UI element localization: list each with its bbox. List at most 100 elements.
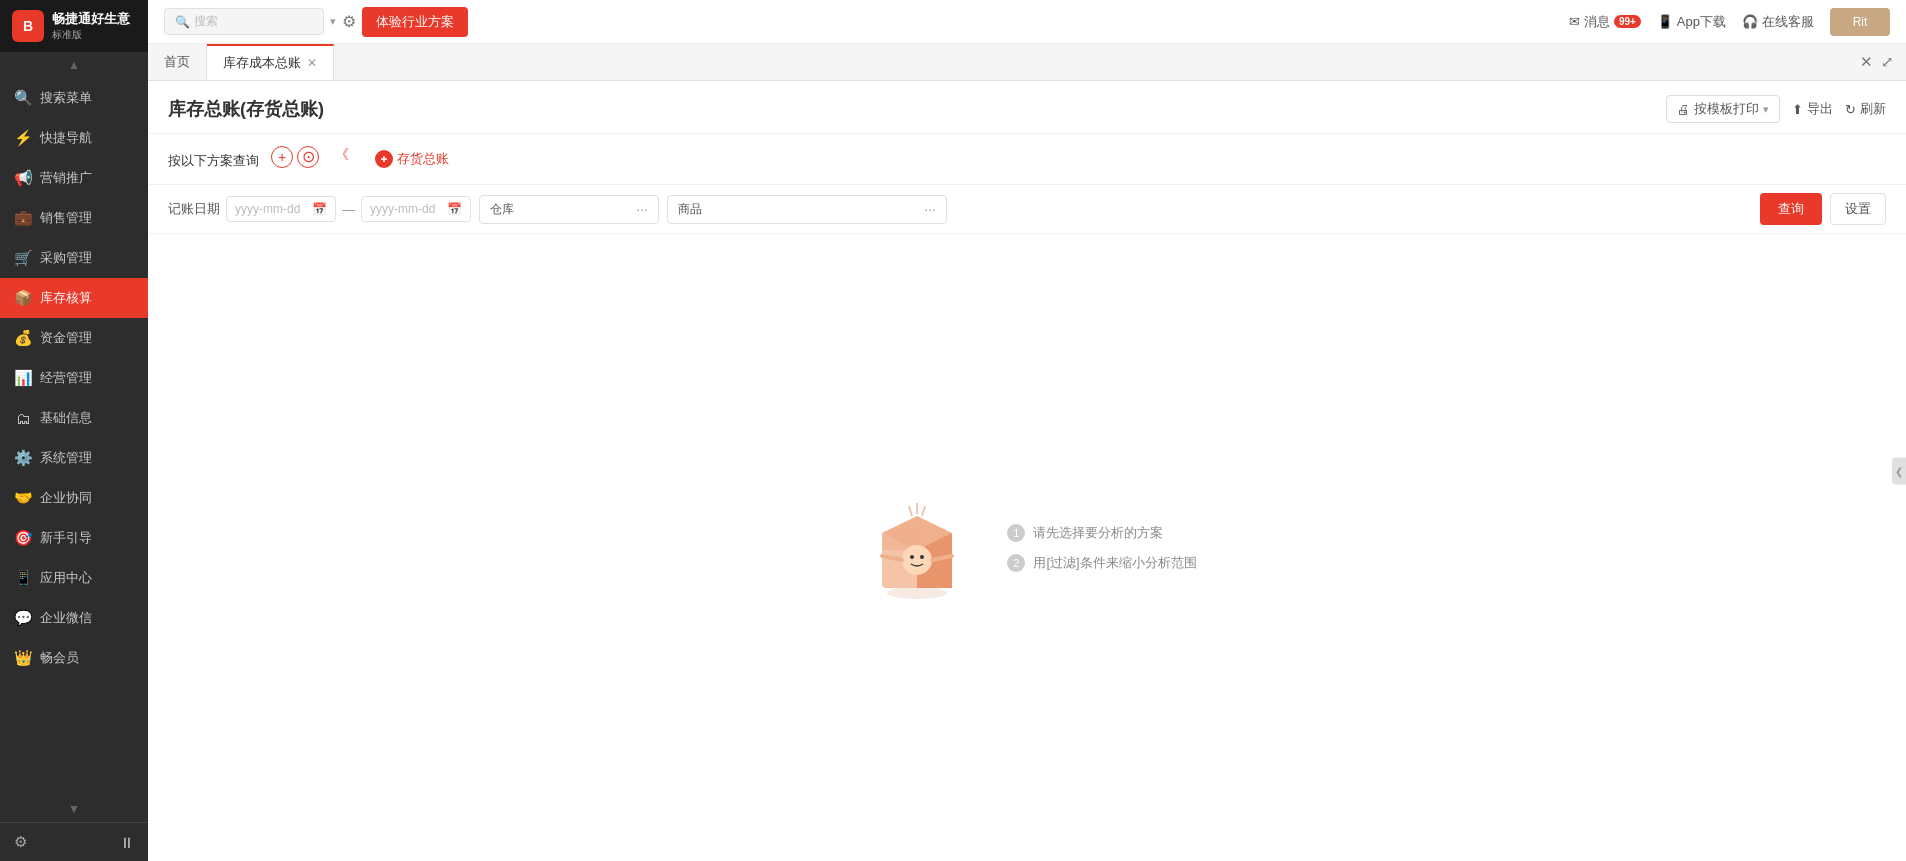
sidebar-item-label: 基础信息	[40, 409, 92, 427]
sidebar-item-member[interactable]: 👑 畅会员	[0, 638, 148, 678]
sidebar-item-label: 搜索菜单	[40, 89, 92, 107]
scheme-item-inventory[interactable]: 存货总账	[365, 146, 459, 172]
filter-actions-right: 查询 设置	[1760, 193, 1886, 225]
wechat-icon: 💬	[14, 609, 32, 627]
sidebar-scroll-down[interactable]: ▼	[0, 800, 148, 818]
warehouse-label: 仓库	[490, 201, 514, 218]
finance-icon: 💰	[14, 329, 32, 347]
goods-label: 商品	[678, 201, 702, 218]
sidebar-item-apps[interactable]: 📱 应用中心	[0, 558, 148, 598]
svg-point-7	[910, 555, 914, 559]
tab-bar-right: ✕ ⤢	[1848, 53, 1906, 71]
sidebar-item-purchase[interactable]: 🛒 采购管理	[0, 238, 148, 278]
user-avatar[interactable]: Rit	[1830, 8, 1890, 36]
svg-point-1	[887, 587, 947, 599]
header-search-box[interactable]: 🔍 搜索	[164, 8, 324, 35]
sidebar-item-sales[interactable]: 💼 销售管理	[0, 198, 148, 238]
tab-inventory-cost[interactable]: 库存成本总账 ✕	[207, 44, 334, 80]
add-filter-button[interactable]: +	[271, 146, 293, 168]
header-gear-icon[interactable]: ⚙	[342, 12, 356, 31]
sidebar-item-system[interactable]: ⚙️ 系统管理	[0, 438, 148, 478]
warehouse-filter-field: 仓库 ···	[479, 195, 659, 224]
refresh-button[interactable]: ↻ 刷新	[1845, 100, 1886, 118]
avatar-text: Rit	[1853, 15, 1868, 29]
sidebar-nav: 🔍 搜索菜单 ⚡ 快捷导航 📢 营销推广 💼 销售管理 🛒 采购管理 📦 库存核…	[0, 78, 148, 796]
online-service-action[interactable]: 🎧 在线客服	[1742, 13, 1814, 31]
app-logo: B 畅捷通好生意 标准版	[0, 0, 148, 52]
sidebar-item-basic[interactable]: 🗂 基础信息	[0, 398, 148, 438]
scheme-icon	[375, 150, 393, 168]
goods-select[interactable]: 商品 ···	[667, 195, 947, 224]
system-icon: ⚙️	[14, 449, 32, 467]
sidebar-item-newuser[interactable]: 🎯 新手引导	[0, 518, 148, 558]
panel-toggle-icon: ❮	[1895, 466, 1903, 477]
sidebar-item-finance[interactable]: 💰 资金管理	[0, 318, 148, 358]
remove-filter-button[interactable]: ⊙	[297, 146, 319, 168]
tab-bar: 首页 库存成本总账 ✕ ✕ ⤢	[148, 44, 1906, 81]
industry-solution-button[interactable]: 体验行业方案	[362, 7, 468, 37]
right-panel-toggle[interactable]: ❮	[1892, 458, 1906, 485]
sidebar-item-label: 系统管理	[40, 449, 92, 467]
warehouse-select[interactable]: 仓库 ···	[479, 195, 659, 224]
tab-expand-icon[interactable]: ⤢	[1881, 53, 1894, 71]
message-icon: ✉	[1569, 14, 1580, 29]
newuser-icon: 🎯	[14, 529, 32, 547]
tab-home[interactable]: 首页	[148, 45, 207, 79]
inventory-icon: 📦	[14, 289, 32, 307]
search-icon: 🔍	[175, 15, 190, 29]
date-start-placeholder: yyyy-mm-dd	[235, 202, 300, 216]
goods-filter-field: 商品 ···	[667, 195, 947, 224]
member-icon: 👑	[14, 649, 32, 667]
app-title: 畅捷通好生意	[52, 11, 130, 28]
printer-icon: 🖨	[1677, 102, 1690, 117]
svg-point-6	[902, 545, 932, 575]
sidebar-item-label: 新手引导	[40, 529, 92, 547]
inventory-tab-label: 库存成本总账	[223, 54, 301, 72]
empty-state: 1 请先选择要分析的方案 2 用[过滤]条件来缩小分析范围	[148, 234, 1906, 861]
sidebar-item-quick[interactable]: ⚡ 快捷导航	[0, 118, 148, 158]
date-start-input[interactable]: yyyy-mm-dd 📅	[226, 196, 336, 222]
scheme-label: 存货总账	[397, 150, 449, 168]
empty-tip-2: 2 用[过滤]条件来缩小分析范围	[1007, 554, 1196, 572]
dropdown-chevron[interactable]: ▾	[330, 15, 336, 28]
query-button[interactable]: 查询	[1760, 193, 1822, 225]
sidebar-item-marketing[interactable]: 📢 营销推广	[0, 158, 148, 198]
sidebar-item-inventory[interactable]: 📦 库存核算	[0, 278, 148, 318]
sidebar-item-enterprise[interactable]: 🤝 企业协同	[0, 478, 148, 518]
tab-close-all-icon[interactable]: ✕	[1860, 53, 1873, 71]
sidebar-item-operation[interactable]: 📊 经营管理	[0, 358, 148, 398]
message-label: 消息	[1584, 13, 1610, 31]
calendar-icon-end: 📅	[447, 202, 462, 216]
tab-close-icon[interactable]: ✕	[307, 57, 317, 69]
sidebar-scroll-up[interactable]: ▲	[0, 56, 148, 74]
date-end-input[interactable]: yyyy-mm-dd 📅	[361, 196, 471, 222]
export-icon: ⬆	[1792, 102, 1803, 117]
app-download-action[interactable]: 📱 App下载	[1657, 13, 1726, 31]
settings-button[interactable]: 设置	[1830, 193, 1886, 225]
export-button[interactable]: ⬆ 导出	[1792, 100, 1833, 118]
basic-icon: 🗂	[14, 410, 32, 427]
tip-num-1: 1	[1007, 524, 1025, 542]
logo-icon: B	[12, 10, 44, 42]
warehouse-more-icon[interactable]: ···	[636, 201, 648, 217]
search-icon: 🔍	[14, 89, 32, 107]
svg-line-11	[909, 506, 912, 516]
collapse-sidebar-icon[interactable]: ⏸	[119, 834, 134, 851]
print-label: 按模板打印	[1694, 100, 1759, 118]
sidebar-item-label: 应用中心	[40, 569, 92, 587]
tip-text-1: 请先选择要分析的方案	[1033, 524, 1163, 542]
sidebar-item-label: 营销推广	[40, 169, 92, 187]
sidebar-item-search[interactable]: 🔍 搜索菜单	[0, 78, 148, 118]
empty-tip-1: 1 请先选择要分析的方案	[1007, 524, 1196, 542]
sidebar-item-label: 经营管理	[40, 369, 92, 387]
sidebar-item-wechat[interactable]: 💬 企业微信	[0, 598, 148, 638]
filter-area: 按以下方案查询 + ⊙ 《 存货总账	[148, 134, 1906, 185]
page-title: 库存总账(存货总账)	[168, 97, 324, 121]
message-action[interactable]: ✉ 消息 99+	[1569, 13, 1641, 31]
collapse-filter-button[interactable]: 《	[331, 146, 353, 164]
search-placeholder: 搜索	[194, 13, 218, 30]
goods-more-icon[interactable]: ···	[924, 201, 936, 217]
settings-icon[interactable]: ⚙	[14, 833, 27, 851]
date-end-placeholder: yyyy-mm-dd	[370, 202, 435, 216]
print-button[interactable]: 🖨 按模板打印 ▾	[1666, 95, 1780, 123]
